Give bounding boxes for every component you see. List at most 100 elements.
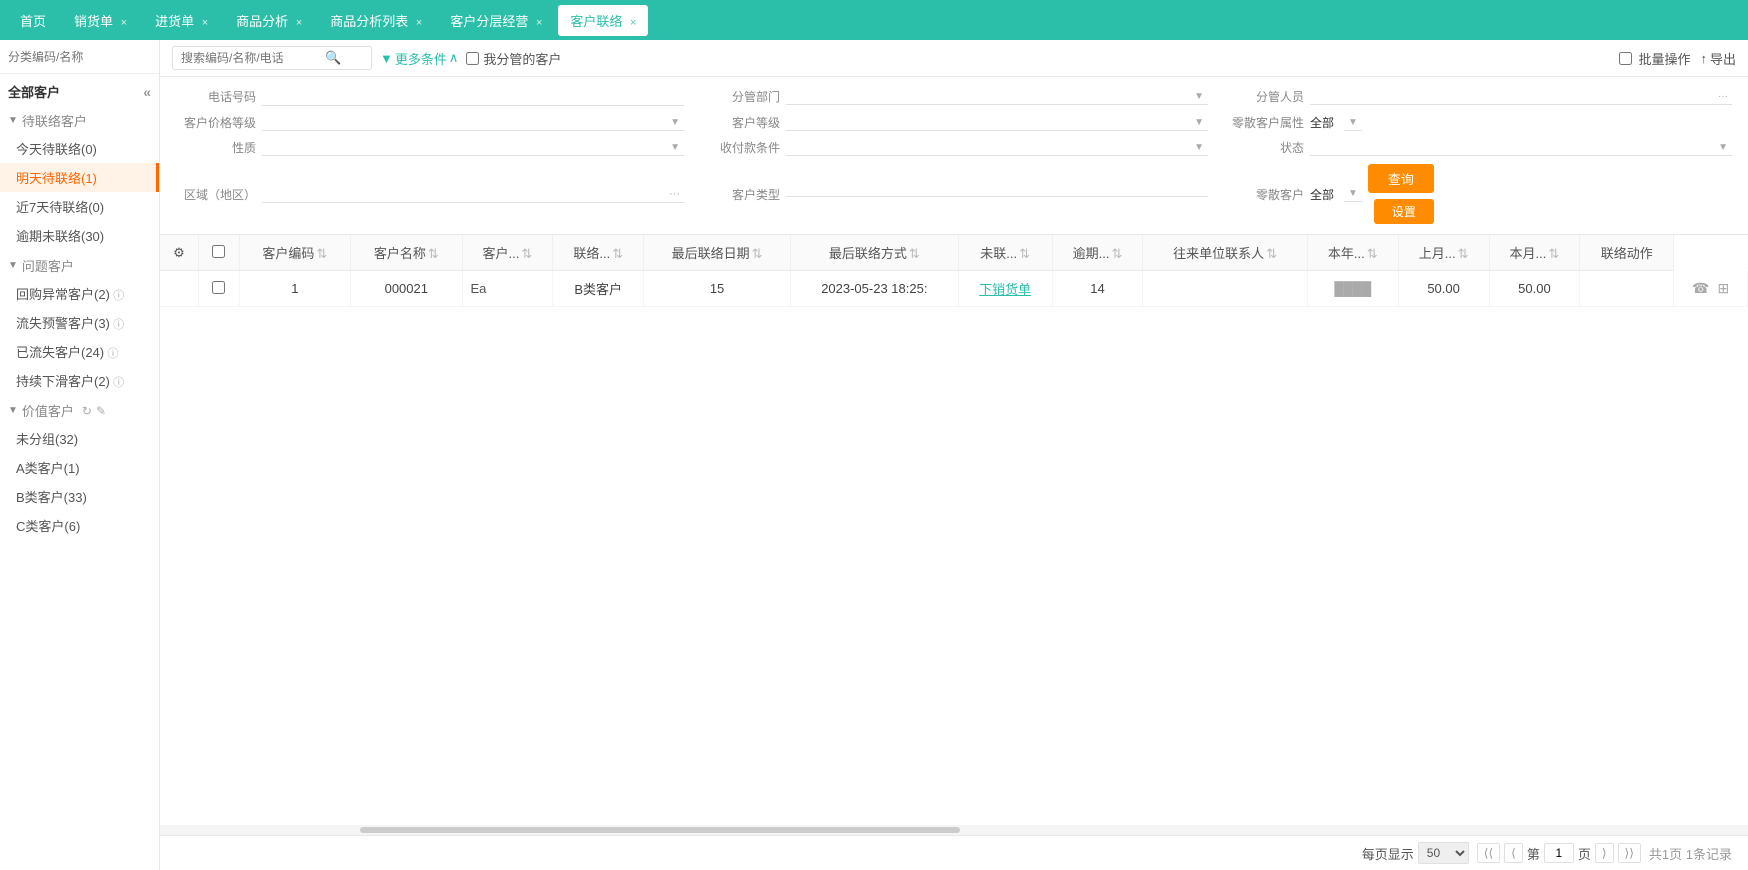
col-last-contact-date[interactable]: 最后联络日期⇅ [644, 235, 791, 271]
next-page-btn[interactable]: ⟩ [1595, 843, 1614, 863]
group-value-customers[interactable]: ▼ 价值客户 ↻ ✎ [0, 395, 159, 424]
filter-customer-level-select[interactable]: ▼ [786, 115, 1208, 131]
query-button[interactable]: 查询 [1368, 164, 1434, 193]
sidebar-item-repurchase-abnormal[interactable]: 回购异常客户(2) ⓘ [0, 279, 159, 308]
nav-sales-order[interactable]: 销货单 × [62, 5, 139, 36]
col-gear[interactable]: ⚙ [160, 235, 198, 271]
search-icon[interactable]: 🔍 [325, 50, 341, 66]
col-customer-name[interactable]: 客户名称⇅ [351, 235, 462, 271]
sidebar-item-churned[interactable]: 已流失客户(24) ⓘ [0, 337, 159, 366]
sidebar-item-class-c[interactable]: C类客户(6) [0, 511, 159, 540]
filter-nature-select[interactable]: ▼ [262, 140, 684, 156]
scrollbar-thumb[interactable] [360, 827, 960, 833]
filter-status-select[interactable]: ▼ [1310, 140, 1732, 156]
col-overdue[interactable]: 逾期...⇅ [1052, 235, 1143, 271]
close-icon[interactable]: × [121, 17, 127, 29]
filter-retail-attr-select[interactable]: ▼ [1344, 115, 1362, 131]
batch-op-checkbox[interactable] [1619, 52, 1632, 65]
sidebar-item-overdue-contact[interactable]: 逾期未联络(30) [0, 221, 159, 250]
close-icon[interactable]: × [202, 17, 208, 29]
main-layout: 🔍 全部客户 « ▼ 待联络客户 今天待联络(0) 明天待联络(1) 近7天待联… [0, 40, 1748, 870]
sidebar-item-ungrouped[interactable]: 未分组(32) [0, 424, 159, 453]
filter-dept-select[interactable]: ▼ [786, 89, 1208, 105]
batch-op-btn[interactable]: 批量操作 [1619, 49, 1690, 68]
more-icon[interactable]: ··· [669, 188, 680, 200]
customer-table: ⚙ 客户编码⇅ 客户名称⇅ 客户...⇅ [160, 235, 1748, 307]
row-checkbox[interactable] [198, 271, 239, 307]
filter-region-select[interactable]: ··· [262, 186, 684, 203]
group-problem-customers[interactable]: ▼ 问题客户 [0, 250, 159, 279]
search-input[interactable] [181, 51, 321, 65]
info-icon: ⓘ [113, 319, 124, 331]
sidebar-item-declining[interactable]: 持续下滑客户(2) ⓘ [0, 366, 159, 395]
page-size-select[interactable]: 50 20 100 [1418, 842, 1469, 864]
sidebar-item-class-a[interactable]: A类客户(1) [0, 453, 159, 482]
col-contact-person[interactable]: 往来单位联系人⇅ [1143, 235, 1308, 271]
col-this-year[interactable]: 本年...⇅ [1307, 235, 1398, 271]
all-customers-title[interactable]: 全部客户 « [0, 74, 159, 105]
edit-icon[interactable]: ✎ [96, 404, 106, 418]
col-no-contact-days[interactable]: 未联...⇅ [958, 235, 1052, 271]
page-input[interactable] [1544, 843, 1574, 863]
filter-bar: 🔍 ▼ 更多条件 ∧ 我分管的客户 批量操作 ↑ 导出 [160, 40, 1748, 77]
collapse-icon[interactable]: « [143, 84, 151, 100]
close-icon[interactable]: × [630, 17, 636, 29]
sidebar-item-class-b[interactable]: B类客户(33) [0, 482, 159, 511]
nav-customer-contact[interactable]: 客户联络 × [558, 5, 648, 36]
settings-icon[interactable]: ⚙ [173, 245, 185, 260]
col-customer-code[interactable]: 客户编码⇅ [239, 235, 350, 271]
sidebar-item-churn-warning[interactable]: 流失预警客户(3) ⓘ [0, 308, 159, 337]
group-pending-contact[interactable]: ▼ 待联络客户 [0, 105, 159, 134]
search-bar[interactable]: 🔍 [172, 46, 372, 70]
filter-phone-input[interactable] [262, 87, 684, 106]
export-btn[interactable]: ↑ 导出 [1700, 49, 1736, 68]
sidebar-search-input[interactable] [8, 50, 160, 64]
call-icon[interactable]: ☎ [1692, 280, 1709, 297]
nav-home[interactable]: 首页 [8, 5, 58, 36]
row-overdue [1143, 271, 1308, 307]
sort-icon: ⇅ [1019, 246, 1030, 261]
filter-manager-label: 分管人员 [1224, 88, 1304, 105]
nav-customer-stratify[interactable]: 客户分层经营 × [438, 5, 554, 36]
filter-customer-type-select[interactable] [786, 192, 1208, 197]
row-last-contact-date: 2023-05-23 18:25: [790, 271, 958, 307]
my-customers-checkbox-label[interactable]: 我分管的客户 [466, 49, 561, 68]
more-conditions-btn[interactable]: ▼ 更多条件 ∧ [380, 49, 458, 68]
refresh-icon[interactable]: ↻ [82, 404, 92, 418]
filter-customer-type-row: 客户类型 [700, 164, 1208, 224]
filter-price-level-select[interactable]: ▼ [262, 115, 684, 131]
close-icon[interactable]: × [416, 17, 422, 29]
col-contact-count[interactable]: 联络...⇅ [553, 235, 644, 271]
my-customers-checkbox[interactable] [466, 52, 479, 65]
sort-icon: ⇅ [1266, 246, 1277, 261]
nav-product-analysis[interactable]: 商品分析 × [224, 5, 314, 36]
last-page-btn[interactable]: ⟩⟩ [1618, 843, 1641, 863]
nav-purchase-order[interactable]: 进货单 × [143, 5, 220, 36]
nav-product-analysis-list[interactable]: 商品分析列表 × [318, 5, 434, 36]
col-last-month[interactable]: 上月...⇅ [1398, 235, 1489, 271]
filter-retail-customer-select[interactable]: ▼ [1344, 186, 1362, 202]
page-size-control: 每页显示 50 20 100 [1362, 842, 1469, 864]
sidebar-item-today-contact[interactable]: 今天待联络(0) [0, 134, 159, 163]
first-page-btn[interactable]: ⟨⟨ [1477, 843, 1500, 863]
settings-button[interactable]: 设置 [1374, 199, 1434, 224]
col-checkbox[interactable] [198, 235, 239, 271]
filter-retail-attr-row: 零散客户属性 全部 ▼ [1224, 114, 1732, 131]
col-last-contact-method[interactable]: 最后联络方式⇅ [790, 235, 958, 271]
close-icon[interactable]: × [536, 17, 542, 29]
close-icon[interactable]: × [296, 17, 302, 29]
filter-manager-select[interactable]: ··· [1310, 89, 1732, 105]
col-this-month[interactable]: 本月...⇅ [1489, 235, 1580, 271]
sidebar-item-7day-contact[interactable]: 近7天待联络(0) [0, 192, 159, 221]
qr-icon[interactable]: ⊞ [1717, 280, 1729, 297]
sidebar-item-tomorrow-contact[interactable]: 明天待联络(1) [0, 163, 159, 192]
col-customer-type[interactable]: 客户...⇅ [462, 235, 553, 271]
chevron-down-icon: ▼ [1194, 142, 1204, 153]
info-icon: ⓘ [113, 290, 124, 302]
prev-page-btn[interactable]: ⟨ [1504, 843, 1523, 863]
page-label: 第 [1527, 844, 1540, 863]
row-last-contact-method[interactable]: 下销货单 [958, 271, 1052, 307]
filter-payment-select[interactable]: ▼ [786, 140, 1208, 156]
select-all-checkbox[interactable] [212, 245, 225, 258]
horizontal-scrollbar[interactable] [160, 825, 1748, 835]
